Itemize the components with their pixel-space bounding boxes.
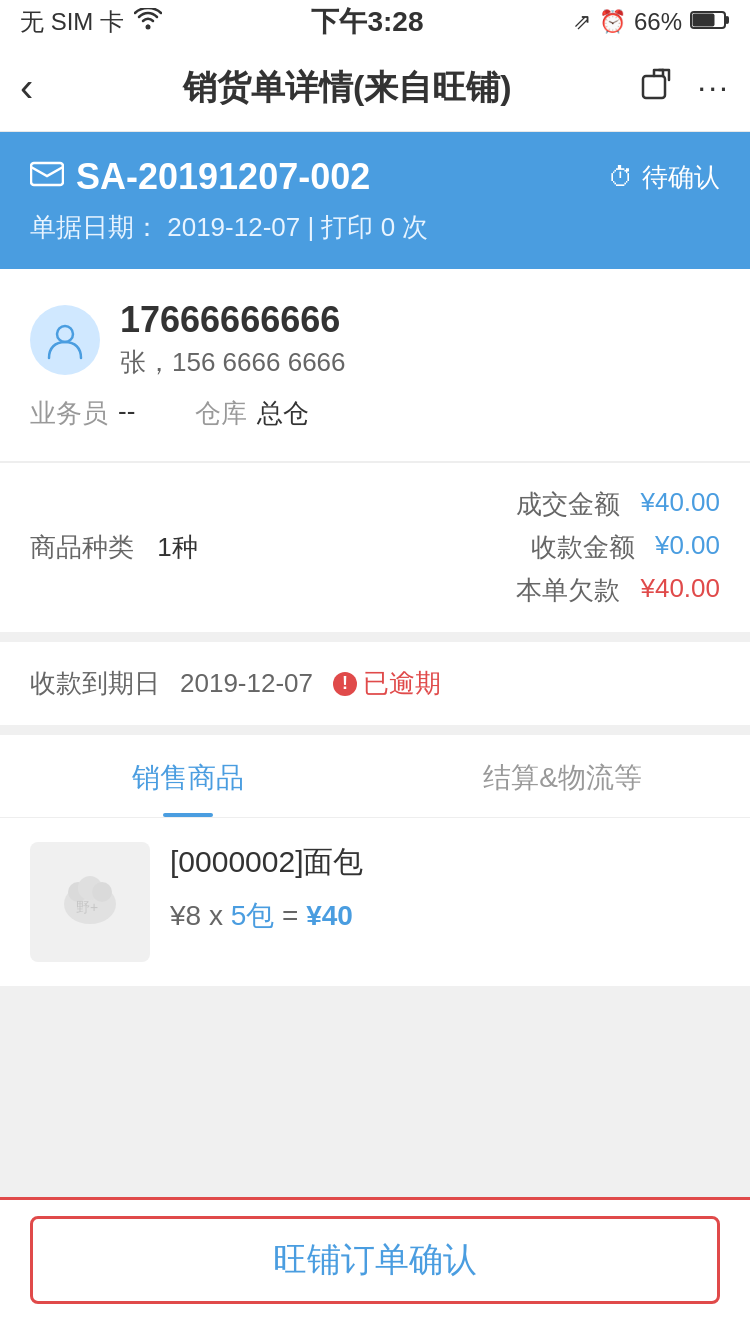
order-date: 单据日期： 2019-12-07 | 打印 0 次 (30, 210, 720, 245)
customer-card: 17666666666 张，156 6666 6666 业务员 -- 仓库 总仓 (0, 269, 750, 462)
svg-point-0 (146, 25, 151, 30)
received-value: ¥0.00 (655, 530, 720, 565)
overdue-text: 已逾期 (363, 666, 441, 701)
amount-section: 商品种类 1种 成交金额 ¥40.00 收款金额 ¥0.00 本单欠款 ¥40.… (0, 462, 750, 632)
product-total: ¥40 (306, 900, 353, 931)
status-text: 待确认 (642, 160, 720, 195)
wifi-icon (134, 8, 162, 36)
owed-value: ¥40.00 (640, 573, 720, 608)
order-header: SA-20191207-002 ⏱ 待确认 单据日期： 2019-12-07 |… (0, 132, 750, 269)
product-name: [0000002]面包 (170, 842, 720, 883)
svg-text:野+: 野+ (76, 899, 98, 915)
svg-rect-4 (643, 76, 665, 98)
amounts-right: 成交金额 ¥40.00 收款金额 ¥0.00 本单欠款 ¥40.00 (516, 487, 720, 608)
received-label: 收款金额 (531, 530, 635, 565)
status-bar: 无 SIM 卡 下午3:28 ⇗ ⏰ 66% (0, 0, 750, 44)
nav-bar: ‹ 销货单详情(来自旺铺) ··· (0, 44, 750, 132)
tabs-bar: 销售商品 结算&物流等 (0, 735, 750, 818)
nav-title: 销货单详情(来自旺铺) (53, 65, 641, 111)
share-icon[interactable] (641, 66, 677, 110)
salesperson-value: -- (118, 396, 135, 431)
warehouse-item: 仓库 总仓 (195, 396, 309, 431)
product-type-count: 1种 (157, 532, 197, 562)
location-icon: ⇗ (573, 9, 591, 35)
warehouse-value: 总仓 (257, 396, 309, 431)
tab-settlement[interactable]: 结算&物流等 (375, 735, 750, 817)
salesperson-label: 业务员 (30, 396, 108, 431)
battery-icon (690, 8, 730, 36)
customer-name: 张，156 6666 6666 (120, 345, 346, 380)
confirm-section: 旺铺订单确认 (0, 1197, 750, 1334)
deal-amount-label: 成交金额 (516, 487, 620, 522)
battery-text: 66% (634, 8, 682, 36)
confirm-order-button[interactable]: 旺铺订单确认 (30, 1216, 720, 1304)
order-id-icon (30, 156, 64, 198)
product-list: 野+ [0000002]面包 ¥8 x 5包 = ¥40 (0, 818, 750, 986)
deal-amount-value: ¥40.00 (640, 487, 720, 522)
customer-info: 17666666666 张，156 6666 6666 (120, 299, 346, 380)
overdue-icon: ! (333, 672, 357, 696)
product-price: ¥8 x 5包 = ¥40 (170, 897, 720, 935)
owed-row: 本单欠款 ¥40.00 (516, 573, 720, 608)
product-qty: 5包 (231, 900, 275, 931)
deal-amount-row: 成交金额 ¥40.00 (516, 487, 720, 522)
warehouse-label: 仓库 (195, 396, 247, 431)
alarm-icon: ⏰ (599, 9, 626, 35)
multiply-symbol: x (209, 900, 223, 931)
more-icon[interactable]: ··· (697, 69, 730, 106)
product-item: 野+ [0000002]面包 ¥8 x 5包 = ¥40 (30, 842, 720, 962)
order-id-text: SA-20191207-002 (76, 156, 370, 198)
received-row: 收款金额 ¥0.00 (531, 530, 720, 565)
owed-label: 本单欠款 (516, 573, 620, 608)
tab-sales-product[interactable]: 销售商品 (0, 735, 375, 817)
due-date-section: 收款到期日 2019-12-07 ! 已逾期 (0, 632, 750, 725)
product-thumbnail: 野+ (30, 842, 150, 962)
svg-rect-2 (725, 16, 729, 24)
overdue-badge: ! 已逾期 (333, 666, 441, 701)
order-id: SA-20191207-002 (30, 156, 370, 198)
status-clock-icon: ⏱ (608, 162, 634, 193)
svg-rect-3 (692, 14, 714, 27)
nav-actions: ··· (641, 66, 730, 110)
svg-point-6 (57, 326, 73, 342)
status-time: 下午3:28 (311, 3, 423, 41)
customer-meta: 业务员 -- 仓库 总仓 (30, 396, 720, 431)
svg-rect-5 (31, 163, 63, 185)
customer-avatar (30, 305, 100, 375)
tabs-section: 销售商品 结算&物流等 野+ [0000002]面包 ¥8 x (0, 725, 750, 986)
product-type: 商品种类 1种 (30, 530, 198, 565)
due-date-label: 收款到期日 (30, 666, 160, 701)
status-bar-right: ⇗ ⏰ 66% (573, 8, 730, 36)
back-button[interactable]: ‹ (20, 55, 53, 120)
due-date-value: 2019-12-07 (180, 668, 313, 699)
price-value: ¥8 (170, 900, 201, 931)
equals-symbol: = (282, 900, 298, 931)
product-info: [0000002]面包 ¥8 x 5包 = ¥40 (170, 842, 720, 935)
customer-phone: 17666666666 (120, 299, 346, 341)
bottom-space (0, 986, 750, 1206)
status-bar-left: 无 SIM 卡 (20, 6, 162, 38)
salesperson-item: 业务员 -- (30, 396, 135, 431)
order-status: ⏱ 待确认 (608, 160, 720, 195)
product-type-label: 商品种类 (30, 532, 134, 562)
no-sim-text: 无 SIM 卡 (20, 6, 124, 38)
